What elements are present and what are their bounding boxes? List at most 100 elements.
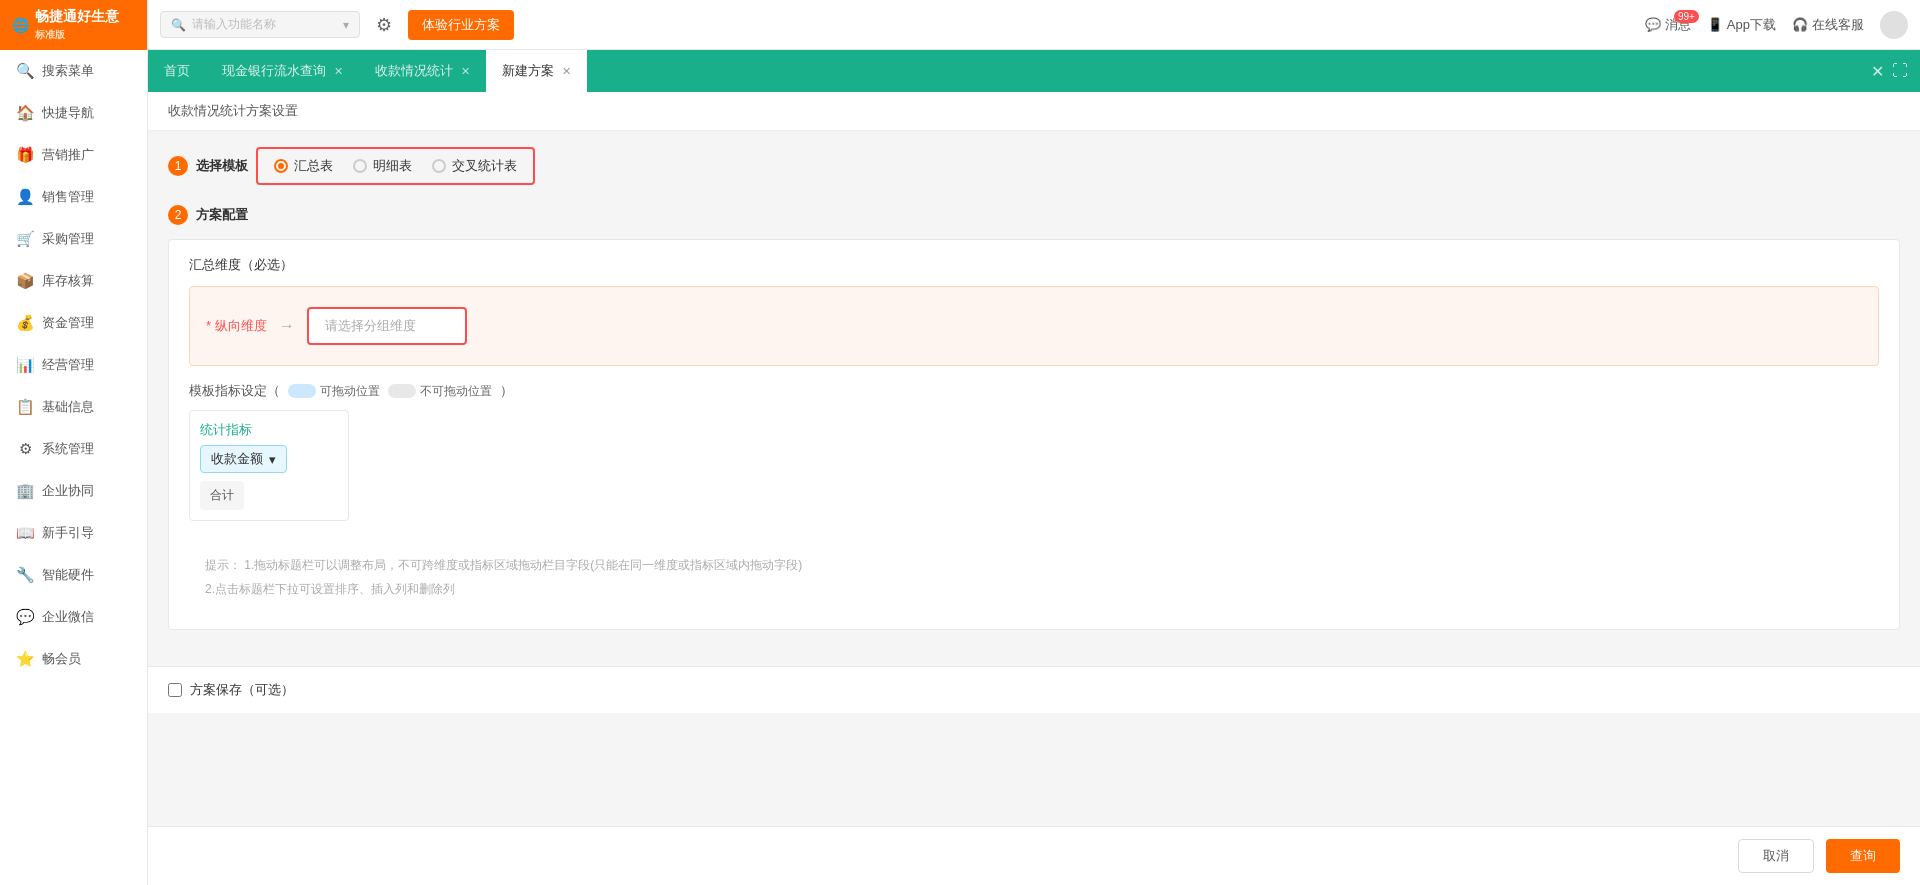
search-placeholder: 请输入功能名称: [192, 16, 276, 33]
template-options-container: 汇总表 明细表 交叉统计表: [256, 147, 535, 185]
metrics-table-header: 统计指标: [200, 421, 338, 439]
metrics-setting-label: 模板指标设定（: [189, 382, 280, 400]
non-draggable-label: 不可拖动位置: [420, 383, 492, 400]
template-cross-label: 交叉统计表: [452, 157, 517, 175]
gear-icon[interactable]: ⚙: [376, 14, 392, 36]
step1-header: 1 选择模板 汇总表 明细表: [168, 147, 1900, 185]
sidebar-item-search-menu[interactable]: 🔍 搜索菜单: [0, 50, 147, 92]
query-button[interactable]: 查询: [1826, 839, 1900, 873]
radio-detail[interactable]: [353, 159, 367, 173]
maximize-icon[interactable]: ⛶: [1892, 62, 1908, 80]
dimension-arrow: →: [279, 317, 295, 335]
sidebar-icon-corp: 🏢: [16, 482, 34, 500]
sidebar-label-member: 畅会员: [42, 650, 81, 668]
step2-title: 方案配置: [196, 206, 248, 224]
sidebar-label-sales: 销售管理: [42, 188, 94, 206]
tab-new-plan[interactable]: 新建方案✕: [486, 50, 587, 92]
metrics-subtotal: 合计: [200, 481, 244, 510]
sidebar-item-basics[interactable]: 📋 基础信息: [0, 386, 147, 428]
sidebar-label-finance: 资金管理: [42, 314, 94, 332]
sidebar-icon-purchase: 🛒: [16, 230, 34, 248]
metrics-tag-collection[interactable]: 收款金额 ▾: [200, 445, 287, 473]
dimension-title: 汇总维度（必选）: [189, 256, 1879, 274]
sidebar-label-marketing: 营销推广: [42, 146, 94, 164]
tab-home[interactable]: 首页: [148, 50, 206, 92]
page-header: 收款情况统计方案设置: [148, 92, 1920, 131]
tab-close-bank-flow[interactable]: ✕: [334, 65, 343, 78]
tips-area: 提示： 1.拖动标题栏可以调整布局，不可跨维度或指标区域拖动栏目字段(只能在同一…: [189, 541, 1879, 613]
sidebar-label-system: 系统管理: [42, 440, 94, 458]
tab-close-new-plan[interactable]: ✕: [562, 65, 571, 78]
sidebar-item-finance[interactable]: 💰 资金管理: [0, 302, 147, 344]
sidebar-icon-quick-nav: 🏠: [16, 104, 34, 122]
save-option-label: 方案保存（可选）: [190, 681, 294, 699]
draggable-indicator-wrap: 可拖动位置: [288, 383, 380, 400]
step2-card: 汇总维度（必选） * 纵向维度 → 请选择分组维度: [168, 239, 1900, 630]
sidebar-item-system[interactable]: ⚙ 系统管理: [0, 428, 147, 470]
search-box[interactable]: 🔍 请输入功能名称 ▾: [160, 11, 360, 38]
download-label: App下载: [1727, 16, 1776, 34]
step1-title: 选择模板: [196, 157, 248, 175]
template-option-detail[interactable]: 明细表: [353, 157, 412, 175]
sidebar-label-corp: 企业协同: [42, 482, 94, 500]
logo-icon: 🌐: [12, 17, 29, 33]
sidebar-label-hardware: 智能硬件: [42, 566, 94, 584]
radio-cross[interactable]: [432, 159, 446, 173]
sidebar-icon-sales: 👤: [16, 188, 34, 206]
sidebar-icon-operation: 📊: [16, 356, 34, 374]
step2-section: 2 方案配置 汇总维度（必选） * 纵向维度 → 请选择分组维度: [168, 205, 1900, 630]
step2-num: 2: [168, 205, 188, 225]
sidebar-item-hardware[interactable]: 🔧 智能硬件: [0, 554, 147, 596]
logo-text: 畅捷通好生意: [35, 8, 119, 26]
message-btn[interactable]: 💬 消息 99+: [1645, 16, 1691, 34]
sidebar-item-purchase[interactable]: 🛒 采购管理: [0, 218, 147, 260]
tab-close-collection-stats[interactable]: ✕: [461, 65, 470, 78]
service-label: 在线客服: [1812, 16, 1864, 34]
sidebar-item-sales[interactable]: 👤 销售管理: [0, 176, 147, 218]
sidebar-item-guide[interactable]: 📖 新手引导: [0, 512, 147, 554]
radio-summary[interactable]: [274, 159, 288, 173]
group-dimension-selector[interactable]: 请选择分组维度: [307, 307, 467, 345]
avatar[interactable]: [1880, 11, 1908, 39]
tab-label-bank-flow: 现金银行流水查询: [222, 62, 326, 80]
sidebar-label-guide: 新手引导: [42, 524, 94, 542]
sidebar-item-marketing[interactable]: 🎁 营销推广: [0, 134, 147, 176]
bottom-action-bar: 取消 查询: [148, 826, 1920, 885]
sidebar-label-operation: 经营管理: [42, 356, 94, 374]
page-title: 收款情况统计方案设置: [168, 103, 298, 118]
cancel-button[interactable]: 取消: [1738, 839, 1814, 873]
dimension-area: * 纵向维度 → 请选择分组维度: [189, 286, 1879, 366]
topbar: 🔍 请输入功能名称 ▾ ⚙ 体验行业方案 💬 消息 99+ 📱 App下载 🎧 …: [148, 0, 1920, 50]
step1-section: 1 选择模板 汇总表 明细表: [168, 147, 1900, 185]
draggable-indicator: [288, 384, 316, 398]
footer-section: 方案保存（可选）: [148, 666, 1920, 713]
service-icon: 🎧: [1792, 17, 1808, 32]
template-option-summary[interactable]: 汇总表: [274, 157, 333, 175]
industry-btn[interactable]: 体验行业方案: [408, 10, 514, 40]
download-btn[interactable]: 📱 App下载: [1707, 16, 1776, 34]
main-area: 🔍 请输入功能名称 ▾ ⚙ 体验行业方案 💬 消息 99+ 📱 App下载 🎧 …: [148, 0, 1920, 885]
service-btn[interactable]: 🎧 在线客服: [1792, 16, 1864, 34]
non-draggable-indicator: [388, 384, 416, 398]
template-option-cross[interactable]: 交叉统计表: [432, 157, 517, 175]
metrics-tag-row: 收款金额 ▾: [200, 445, 338, 473]
sidebar-icon-guide: 📖: [16, 524, 34, 542]
message-badge: 99+: [1674, 10, 1699, 23]
tab-bank-flow[interactable]: 现金银行流水查询 ✕: [206, 50, 359, 92]
metrics-tag-dropdown-icon: ▾: [269, 452, 276, 467]
search-icon: 🔍: [171, 18, 186, 32]
sidebar-label-inventory: 库存核算: [42, 272, 94, 290]
logo-sub: 标准版: [35, 28, 119, 42]
sidebar-item-inventory[interactable]: 📦 库存核算: [0, 260, 147, 302]
sidebar-item-quick-nav[interactable]: 🏠 快捷导航: [0, 92, 147, 134]
close-window-icon[interactable]: ✕: [1871, 62, 1884, 81]
sidebar-item-wechat[interactable]: 💬 企业微信: [0, 596, 147, 638]
tab-collection-stats[interactable]: 收款情况统计✕: [359, 50, 486, 92]
sidebar-icon-member: ⭐: [16, 650, 34, 668]
save-checkbox[interactable]: [168, 683, 182, 697]
sidebar-item-corp[interactable]: 🏢 企业协同: [0, 470, 147, 512]
sidebar-icon-finance: 💰: [16, 314, 34, 332]
sidebar-icon-search-menu: 🔍: [16, 62, 34, 80]
sidebar-item-operation[interactable]: 📊 经营管理: [0, 344, 147, 386]
sidebar-item-member[interactable]: ⭐ 畅会员: [0, 638, 147, 680]
